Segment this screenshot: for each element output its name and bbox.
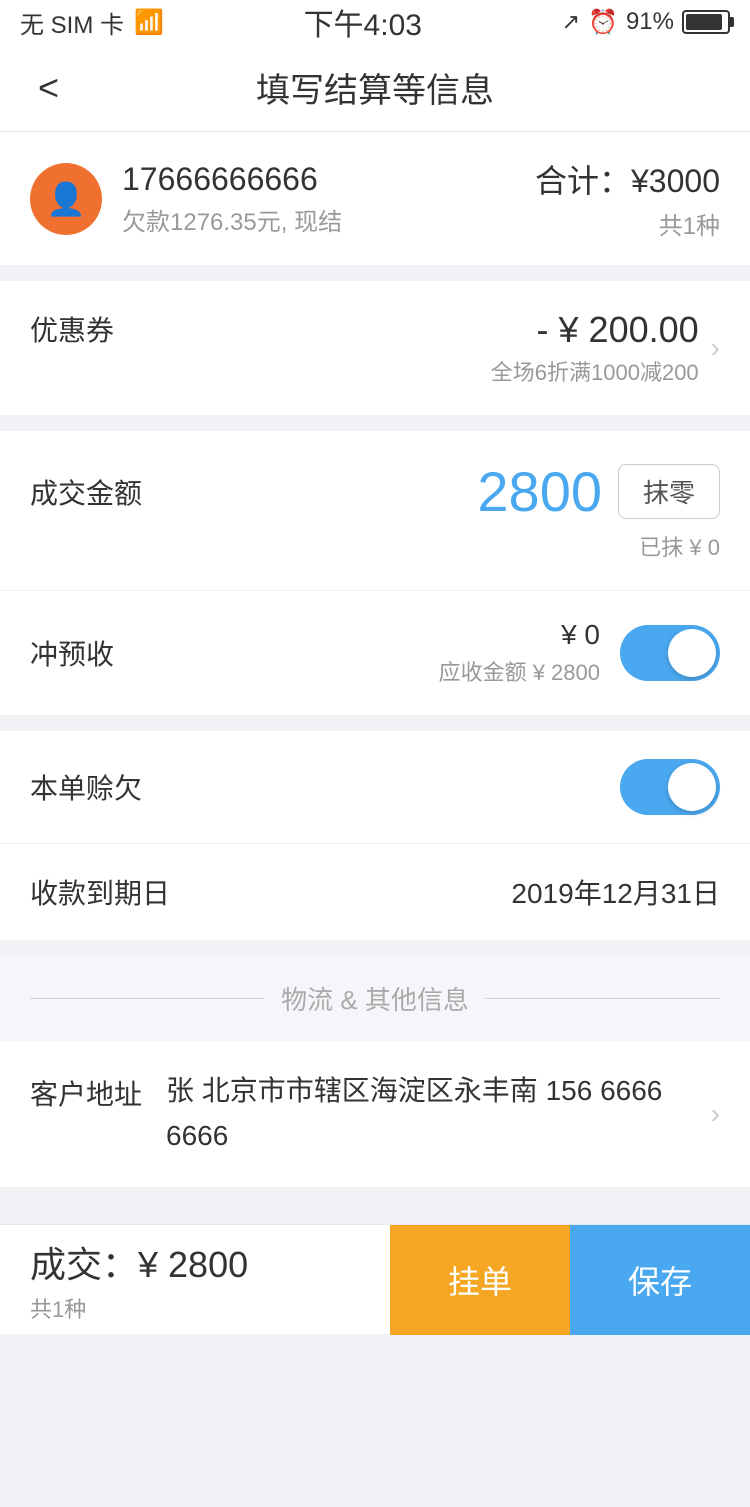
customer-phone: 17666666666: [122, 161, 342, 198]
round-button[interactable]: 抹零: [618, 464, 720, 519]
amount-sub: 已抹 ¥ 0: [30, 530, 720, 562]
prepay-row: 冲预收 ¥ 0 应收金额 ¥ 2800: [30, 619, 720, 687]
due-date-label: 收款到期日: [30, 872, 170, 912]
amount-section: 成交金额 2800 抹零 已抹 ¥ 0: [0, 431, 750, 591]
coupon-label: 优惠券: [30, 309, 114, 349]
header-line-right: [485, 998, 720, 999]
status-bar-right: ↗ ⏰ 91%: [562, 8, 730, 37]
carrier-text: 无 SIM 卡: [20, 5, 124, 40]
customer-card: 👤 17666666666 欠款1276.35元, 现结 合计：¥3000 共1…: [0, 132, 750, 265]
coupon-discount: - ¥ 200.00: [491, 309, 699, 351]
bottom-bar: 成交：¥ 2800 共1种 挂单 保存: [0, 1224, 750, 1334]
prepay-value: ¥ 0: [439, 619, 600, 651]
header-line-left: [30, 998, 265, 999]
status-bar-left: 无 SIM 卡 📶: [20, 5, 164, 40]
section-divider-1: [0, 415, 750, 431]
section-divider-3: [0, 940, 750, 956]
avatar-icon: 👤: [46, 180, 86, 218]
bottom-summary-main: 成交：¥ 2800: [30, 1236, 360, 1288]
toggle-knob: [668, 629, 716, 677]
coupon-row[interactable]: 优惠券 - ¥ 200.00 全场6折满1000减200 ›: [0, 281, 750, 415]
back-button[interactable]: <: [28, 57, 69, 119]
customer-total: 合计：¥3000: [535, 156, 720, 202]
location-icon: ↗: [562, 9, 580, 35]
battery-percent: 91%: [626, 8, 674, 36]
amount-row: 成交金额 2800 抹零: [30, 459, 720, 524]
status-bar: 无 SIM 卡 📶 下午4:03 ↗ ⏰ 91%: [0, 0, 750, 44]
alarm-icon: ⏰: [588, 8, 618, 37]
page-title: 填写结算等信息: [256, 63, 494, 112]
customer-count: 共1种: [535, 206, 720, 241]
logistics-header: 物流 & 其他信息: [0, 956, 750, 1041]
debt-toggle[interactable]: [620, 759, 720, 815]
prepay-sub: 应收金额 ¥ 2800: [439, 655, 600, 687]
due-date-value: 2019年12月31日: [511, 872, 720, 912]
coupon-chevron-icon: ›: [711, 332, 720, 364]
coupon-desc: 全场6折满1000减200: [491, 355, 699, 387]
bottom-summary-value: ¥ 2800: [138, 1244, 248, 1285]
prepay-right: ¥ 0 应收金额 ¥ 2800: [439, 619, 600, 687]
logistics-header-text: 物流 & 其他信息: [281, 980, 469, 1017]
avatar: 👤: [30, 163, 102, 235]
customer-info: 17666666666 欠款1276.35元, 现结: [122, 161, 342, 237]
bottom-summary-count: 共1种: [30, 1292, 360, 1324]
hold-button[interactable]: 挂单: [390, 1225, 570, 1335]
debt-label: 本单赊欠: [30, 767, 142, 807]
address-chevron-icon: ›: [711, 1098, 720, 1130]
coupon-section: 优惠券 - ¥ 200.00 全场6折满1000减200 ›: [0, 281, 750, 415]
prepay-label: 冲预收: [30, 633, 114, 673]
save-button[interactable]: 保存: [570, 1225, 750, 1335]
address-value: 张 北京市市辖区海淀区永丰南 156 6666 6666: [166, 1069, 711, 1159]
status-bar-time: 下午4:03: [304, 0, 422, 44]
customer-left: 👤 17666666666 欠款1276.35元, 现结: [30, 161, 342, 237]
debt-section: 本单赊欠 收款到期日 2019年12月31日: [0, 731, 750, 940]
address-label: 客户地址: [30, 1073, 142, 1113]
address-row[interactable]: 客户地址 张 北京市市辖区海淀区永丰南 156 6666 6666 ›: [0, 1041, 750, 1187]
bottom-summary: 成交：¥ 2800 共1种: [0, 1236, 390, 1324]
customer-sub: 欠款1276.35元, 现结: [122, 202, 342, 237]
amount-right: 2800 抹零: [477, 459, 720, 524]
due-date-row: 收款到期日 2019年12月31日: [0, 844, 750, 940]
wifi-icon: 📶: [134, 8, 164, 37]
amount-label: 成交金额: [30, 472, 142, 512]
amount-value: 2800: [477, 459, 602, 524]
customer-right: 合计：¥3000 共1种: [535, 156, 720, 241]
battery-fill: [686, 14, 722, 30]
prepay-toggle[interactable]: [620, 625, 720, 681]
nav-bar: < 填写结算等信息: [0, 44, 750, 132]
section-divider-2: [0, 715, 750, 731]
debt-toggle-knob: [668, 763, 716, 811]
battery-icon: [682, 10, 730, 34]
prepay-section: 冲预收 ¥ 0 应收金额 ¥ 2800: [0, 591, 750, 715]
debt-row: 本单赊欠: [0, 731, 750, 844]
bottom-summary-label: 成交：: [30, 1244, 138, 1285]
